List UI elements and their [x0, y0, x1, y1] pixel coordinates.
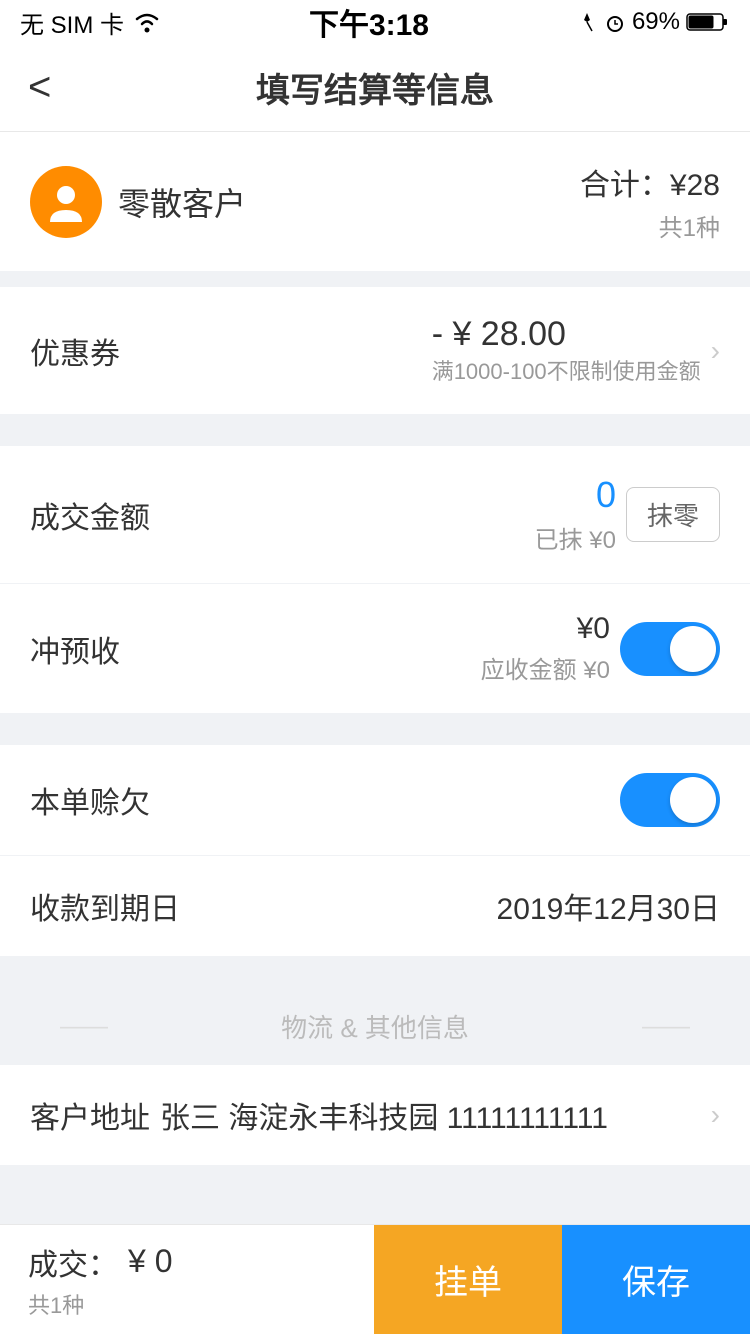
save-button[interactable]: 保存 [562, 1225, 750, 1334]
prepay-value: ¥0 [481, 612, 610, 646]
credit-right [620, 773, 720, 827]
deal-amount-row: 成交金额 0 已抹 ¥0 抹零 [0, 446, 750, 583]
credit-card: 本单赊欠 收款到期日 2019年12月30日 [0, 745, 750, 956]
hold-button[interactable]: 挂单 [374, 1225, 562, 1334]
round-button[interactable]: 抹零 [626, 487, 720, 542]
toggle-knob [670, 626, 716, 672]
bottom-count: 共1种 [28, 1288, 346, 1320]
deal-amount-label: 成交金额 [30, 493, 150, 537]
wifi-icon [132, 11, 162, 33]
sim-status: 无 SIM 卡 [20, 5, 124, 40]
chevron-right-icon: › [711, 335, 720, 367]
deal-amount-card: 成交金额 0 已抹 ¥0 抹零 冲预收 ¥0 应收金额 ¥0 [0, 446, 750, 713]
avatar-icon [44, 180, 88, 224]
prepay-label: 冲预收 [30, 627, 120, 671]
nav-bar: < 填写结算等信息 [0, 44, 750, 132]
bottom-deal-amount: ¥ 0 [128, 1243, 172, 1280]
credit-row: 本单赊欠 [0, 745, 750, 855]
address-chevron-icon: › [711, 1099, 720, 1131]
bottom-bar: 成交： ¥ 0 共1种 挂单 保存 [0, 1224, 750, 1334]
status-bar: 无 SIM 卡 下午3:18 69% [0, 0, 750, 44]
deal-amount-value[interactable]: 0 [596, 474, 616, 515]
battery-percent: 69% [632, 8, 680, 36]
status-time: 下午3:18 [309, 0, 429, 44]
page-title: 填写结算等信息 [256, 63, 494, 112]
bottom-deal: 成交： ¥ 0 [28, 1240, 346, 1284]
back-button[interactable]: < [28, 65, 51, 110]
customer-row: 零散客户 合计：¥28 共1种 [0, 132, 750, 271]
logistics-header: 物流 & 其他信息 [0, 988, 750, 1065]
prepay-right: ¥0 应收金额 ¥0 [481, 612, 720, 685]
coupon-value-block: - ¥ 28.00 满1000-100不限制使用金额 [432, 315, 701, 386]
alarm-icon [604, 11, 626, 33]
bottom-deal-label: 成交： [28, 1240, 118, 1284]
content: 零散客户 合计：¥28 共1种 优惠券 - ¥ 28.00 满1000-100不… [0, 132, 750, 1301]
deal-amount-value-block: 0 已抹 ¥0 [535, 474, 616, 555]
customer-avatar [30, 166, 102, 238]
due-date-label: 收款到期日 [30, 884, 180, 928]
customer-name: 零散客户 [118, 179, 246, 225]
coupon-card: 优惠券 - ¥ 28.00 满1000-100不限制使用金额 › [0, 287, 750, 414]
credit-toggle-knob [670, 777, 716, 823]
divider-2 [0, 729, 750, 745]
customer-card: 零散客户 合计：¥28 共1种 [0, 132, 750, 271]
status-left: 无 SIM 卡 [20, 5, 162, 40]
prepay-sub: 应收金额 ¥0 [481, 650, 610, 685]
prepay-row: 冲预收 ¥0 应收金额 ¥0 [0, 583, 750, 713]
due-date-value: 2019年12月30日 [497, 884, 720, 928]
coupon-label: 优惠券 [30, 329, 120, 373]
coupon-hint: 满1000-100不限制使用金额 [432, 354, 701, 386]
divider-3 [0, 972, 750, 988]
coupon-row[interactable]: 优惠券 - ¥ 28.00 满1000-100不限制使用金额 › [0, 287, 750, 414]
address-row[interactable]: 客户地址 张三 海淀永丰科技园 11111111111 › [0, 1065, 750, 1165]
address-value: 张三 海淀永丰科技园 11111111111 [160, 1093, 701, 1137]
coupon-discount: - ¥ 28.00 [432, 315, 701, 354]
credit-label: 本单赊欠 [30, 778, 150, 822]
deal-amount-right: 0 已抹 ¥0 抹零 [535, 474, 720, 555]
prepay-toggle[interactable] [620, 622, 720, 676]
address-label: 客户地址 [30, 1093, 150, 1137]
prepay-value-block: ¥0 应收金额 ¥0 [481, 612, 610, 685]
logistics-label: 物流 & 其他信息 [281, 1013, 469, 1043]
status-right: 69% [576, 8, 730, 36]
battery-icon [686, 11, 730, 33]
credit-toggle[interactable] [620, 773, 720, 827]
divider-1 [0, 430, 750, 446]
deal-amount-sub: 已抹 ¥0 [535, 520, 616, 555]
total-count: 共1种 [580, 208, 720, 243]
address-card: 客户地址 张三 海淀永丰科技园 11111111111 › [0, 1065, 750, 1165]
coupon-right: - ¥ 28.00 满1000-100不限制使用金额 › [432, 315, 720, 386]
customer-total: 合计：¥28 共1种 [580, 160, 720, 243]
total-amount: 合计：¥28 [580, 160, 720, 204]
location-icon [576, 11, 598, 33]
bottom-summary: 成交： ¥ 0 共1种 [0, 1240, 374, 1320]
customer-left: 零散客户 [30, 166, 246, 238]
due-date-row: 收款到期日 2019年12月30日 [0, 855, 750, 956]
